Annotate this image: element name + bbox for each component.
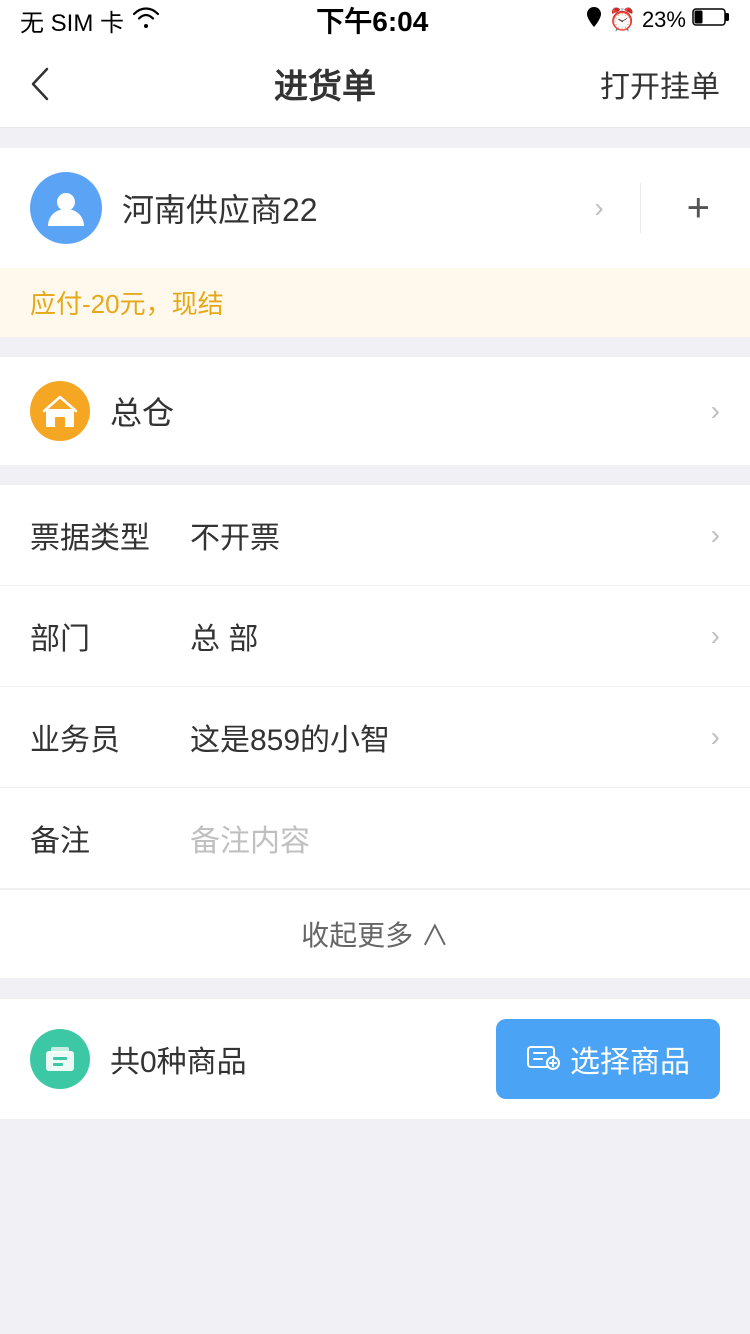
status-time: 下午6:04 bbox=[316, 0, 428, 40]
product-icon bbox=[30, 1029, 90, 1089]
invoice-type-chevron-icon: › bbox=[711, 519, 720, 551]
salesman-label: 业务员 bbox=[30, 715, 170, 759]
add-supplier-button[interactable]: + bbox=[677, 186, 720, 231]
wifi-icon bbox=[132, 6, 160, 35]
content-area: 河南供应商22 › + 应付-20元，现结 总仓 › 票据类型 bbox=[0, 128, 750, 1119]
gap-1 bbox=[0, 128, 750, 148]
page-title: 进货单 bbox=[274, 59, 376, 108]
invoice-type-row[interactable]: 票据类型 不开票 › bbox=[0, 485, 750, 586]
back-button[interactable] bbox=[30, 66, 50, 102]
select-product-icon bbox=[526, 1041, 560, 1078]
select-product-button[interactable]: 选择商品 bbox=[496, 1019, 720, 1099]
warehouse-icon bbox=[30, 381, 90, 441]
open-pending-button[interactable]: 打开挂单 bbox=[600, 62, 720, 106]
status-left: 无 SIM 卡 bbox=[20, 3, 160, 38]
gap-3 bbox=[0, 465, 750, 485]
supplier-divider bbox=[640, 183, 641, 233]
salesman-value: 这是859的小智 bbox=[170, 715, 711, 759]
warehouse-row[interactable]: 总仓 › bbox=[0, 357, 750, 465]
supplier-name: 河南供应商22 bbox=[122, 185, 574, 231]
bottom-bar: 共0种商品 选择商品 bbox=[0, 998, 750, 1119]
product-info: 共0种商品 bbox=[30, 1029, 247, 1089]
remark-input[interactable]: 备注内容 bbox=[170, 816, 720, 860]
warehouse-name: 总仓 bbox=[110, 388, 691, 434]
salesman-chevron-icon: › bbox=[711, 721, 720, 753]
status-bar: 无 SIM 卡 下午6:04 ⏰ 23% bbox=[0, 0, 750, 40]
remark-label: 备注 bbox=[30, 816, 170, 860]
collapse-text: 收起更多 ∧ bbox=[301, 914, 449, 954]
location-icon bbox=[585, 6, 603, 34]
invoice-type-label: 票据类型 bbox=[30, 513, 170, 557]
salesman-row[interactable]: 业务员 这是859的小智 › bbox=[0, 687, 750, 788]
department-chevron-icon: › bbox=[711, 620, 720, 652]
product-count: 共0种商品 bbox=[110, 1037, 247, 1081]
form-section: 票据类型 不开票 › 部门 总 部 › 业务员 这是859的小智 › 备注 备注… bbox=[0, 485, 750, 978]
department-label: 部门 bbox=[30, 614, 170, 658]
gap-4 bbox=[0, 978, 750, 998]
remark-row[interactable]: 备注 备注内容 bbox=[0, 788, 750, 889]
supplier-chevron-icon: › bbox=[594, 192, 603, 224]
warehouse-chevron-icon: › bbox=[711, 395, 720, 427]
select-product-label: 选择商品 bbox=[570, 1037, 690, 1081]
warehouse-section: 总仓 › bbox=[0, 357, 750, 465]
sim-text: 无 SIM 卡 bbox=[20, 3, 124, 38]
alarm-icon: ⏰ bbox=[609, 7, 636, 33]
invoice-type-value: 不开票 bbox=[170, 513, 711, 557]
notice-bar: 应付-20元，现结 bbox=[0, 268, 750, 337]
status-right: ⏰ 23% bbox=[585, 6, 730, 34]
battery-icon bbox=[692, 7, 730, 33]
collapse-row[interactable]: 收起更多 ∧ bbox=[0, 889, 750, 978]
supplier-avatar bbox=[30, 172, 102, 244]
battery-text: 23% bbox=[642, 7, 686, 33]
department-row[interactable]: 部门 总 部 › bbox=[0, 586, 750, 687]
supplier-row[interactable]: 河南供应商22 › + bbox=[0, 148, 750, 268]
gap-2 bbox=[0, 337, 750, 357]
department-value: 总 部 bbox=[170, 614, 711, 658]
nav-bar: 进货单 打开挂单 bbox=[0, 40, 750, 128]
supplier-section: 河南供应商22 › + 应付-20元，现结 bbox=[0, 148, 750, 337]
